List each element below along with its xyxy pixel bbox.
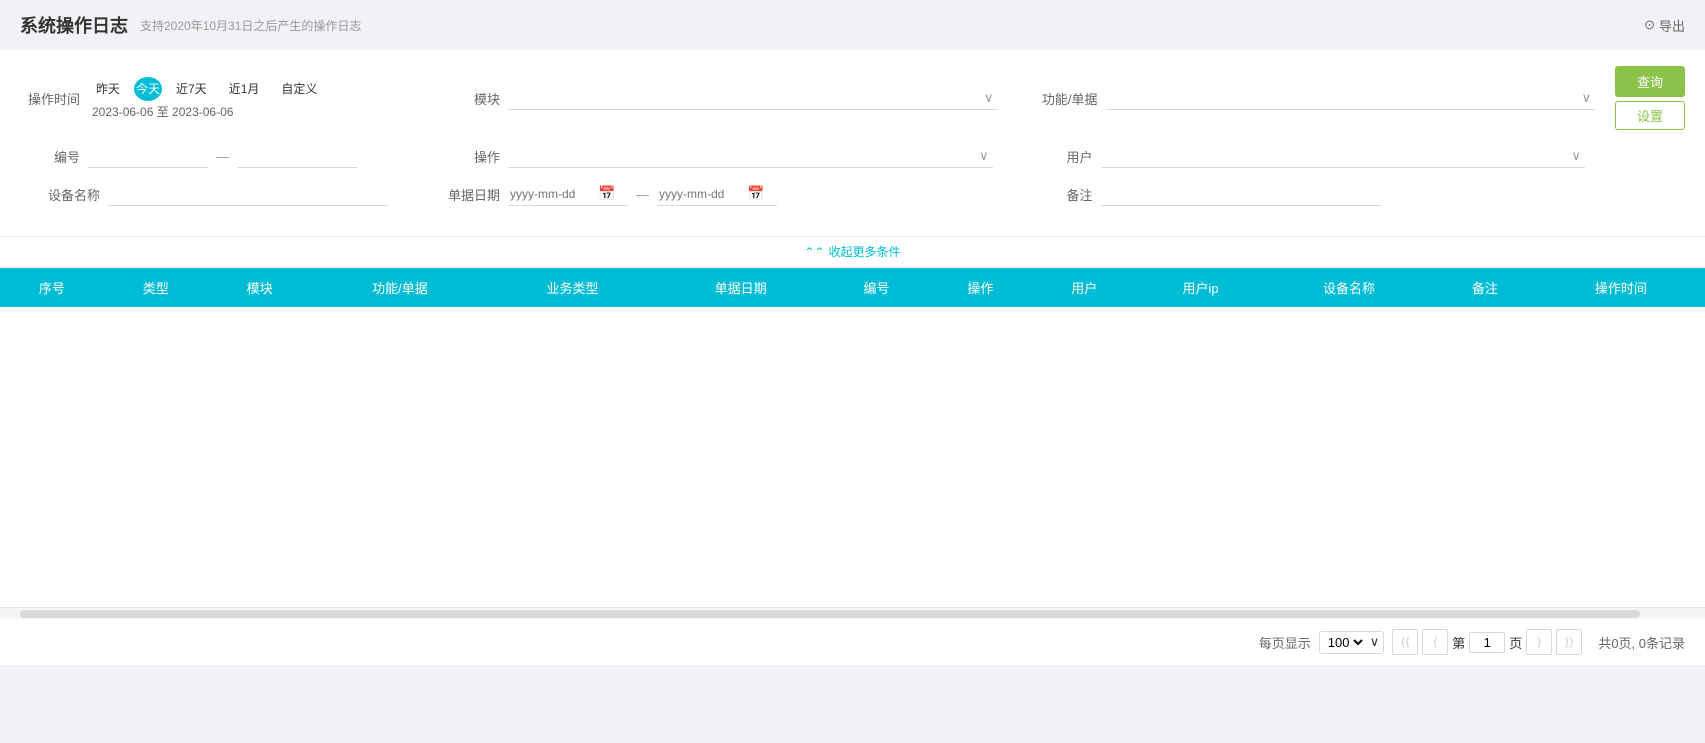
first-page-btn[interactable]: ⟨⟨ [1392, 629, 1418, 655]
filter-row-2: 编号 — 操作 ∨ 用户 ∨ [20, 144, 1685, 168]
func-select-wrapper: ∨ [1106, 86, 1596, 110]
filter-bill-date: 单据日期 📅 — 📅 [440, 183, 993, 206]
col-op-time: 操作时间 [1537, 268, 1705, 307]
bill-date-from-wrapper: 📅 [508, 183, 628, 206]
col-remark: 备注 [1433, 268, 1537, 307]
filter-row-1: 操作时间 昨天 今天 近7天 近1月 自定义 2023-06-06 至 2023… [20, 66, 1685, 130]
user-select[interactable] [1101, 144, 1586, 167]
device-label: 设备名称 [20, 185, 100, 204]
op-select[interactable] [508, 144, 993, 167]
device-input[interactable] [108, 182, 388, 206]
col-module: 模块 [208, 268, 312, 307]
table-container: 序号 类型 模块 功能/单据 业务类型 单据日期 编号 操作 用户 用户ip 设… [0, 268, 1705, 307]
bill-date-sep: — [632, 187, 653, 202]
data-table: 序号 类型 模块 功能/单据 业务类型 单据日期 编号 操作 用户 用户ip 设… [0, 268, 1705, 307]
filter-time: 操作时间 昨天 今天 近7天 近1月 自定义 2023-06-06 至 2023… [20, 77, 400, 120]
remark-input[interactable] [1101, 182, 1381, 206]
col-op: 操作 [928, 268, 1032, 307]
page-title: 系统操作日志 [20, 12, 128, 38]
time-label: 操作时间 [20, 89, 80, 108]
bill-date-label: 单据日期 [440, 185, 500, 204]
op-select-wrapper: ∨ [508, 144, 993, 168]
filter-row-3: 设备名称 单据日期 📅 — 📅 备注 [20, 182, 1685, 206]
per-page-chevron-icon: ∨ [1370, 634, 1380, 650]
table-header: 序号 类型 模块 功能/单据 业务类型 单据日期 编号 操作 用户 用户ip 设… [0, 268, 1705, 307]
bill-date-to-input[interactable] [657, 183, 747, 205]
per-page-select[interactable]: 50 100 200 [1324, 634, 1366, 651]
col-seq: 序号 [0, 268, 104, 307]
col-func: 功能/单据 [311, 268, 488, 307]
module-label: 模块 [440, 89, 500, 108]
filter-op: 操作 ∨ [440, 144, 993, 168]
today-btn[interactable]: 今天 [134, 77, 162, 101]
code-from-input[interactable] [88, 144, 208, 168]
query-button[interactable]: 查询 [1615, 66, 1685, 97]
page-input[interactable] [1469, 632, 1505, 653]
col-code: 编号 [825, 268, 929, 307]
bill-date-range: 📅 — 📅 [508, 183, 993, 206]
pagination-bar: 每页显示 50 100 200 ∨ ⟨⟨ ⟨ 第 页 ⟩ ⟩⟩ 共0页, 0条记… [0, 619, 1705, 665]
page-subtitle: 支持2020年10月31日之后产生的操作日志 [140, 17, 361, 34]
last-page-btn[interactable]: ⟩⟩ [1556, 629, 1582, 655]
user-select-wrapper: ∨ [1101, 144, 1586, 168]
page-header: 系统操作日志 支持2020年10月31日之后产生的操作日志 ⊙ 导出 [0, 0, 1705, 50]
export-icon: ⊙ [1644, 17, 1655, 33]
collapse-bar[interactable]: ⌃⌃ 收起更多条件 [0, 236, 1705, 266]
filter-user: 用户 ∨ [1033, 144, 1586, 168]
code-range: — [88, 144, 400, 168]
op-label: 操作 [440, 147, 500, 166]
module-select-wrapper: ∨ [508, 86, 998, 110]
action-buttons: 查询 设置 [1615, 66, 1685, 130]
custom-btn[interactable]: 自定义 [273, 78, 325, 99]
per-page-label: 每页显示 [1259, 633, 1311, 652]
bill-date-to-wrapper: 📅 [657, 183, 777, 206]
col-type: 类型 [104, 268, 208, 307]
prev-page-btn[interactable]: ⟨ [1422, 629, 1448, 655]
filter-remark: 备注 [1033, 182, 1586, 206]
scrollbar-area[interactable] [0, 607, 1705, 619]
col-bill-date: 单据日期 [657, 268, 825, 307]
filter-device: 设备名称 [20, 182, 400, 206]
filter-module: 模块 ∨ [440, 86, 998, 110]
page-label: 第 [1452, 633, 1465, 652]
col-biz-type: 业务类型 [488, 268, 656, 307]
next-page-btn[interactable]: ⟩ [1526, 629, 1552, 655]
col-user: 用户 [1032, 268, 1136, 307]
page-nav: ⟨⟨ ⟨ 第 页 ⟩ ⟩⟩ [1392, 629, 1582, 655]
last1m-btn[interactable]: 近1月 [221, 78, 268, 99]
col-user-ip: 用户ip [1136, 268, 1265, 307]
collapse-icon: ⌃⌃ [804, 245, 824, 259]
code-to-input[interactable] [237, 144, 357, 168]
per-page-select-wrapper: 50 100 200 ∨ [1319, 631, 1385, 654]
total-info: 共0页, 0条记录 [1598, 633, 1685, 652]
bill-date-from-input[interactable] [508, 183, 598, 205]
col-device: 设备名称 [1265, 268, 1433, 307]
filter-panel: 操作时间 昨天 今天 近7天 近1月 自定义 2023-06-06 至 2023… [0, 50, 1705, 236]
scrollbar-thumb [20, 610, 1640, 618]
table-header-row: 序号 类型 模块 功能/单据 业务类型 单据日期 编号 操作 用户 用户ip 设… [0, 268, 1705, 307]
last7-btn[interactable]: 近7天 [168, 78, 215, 99]
module-select[interactable] [508, 86, 998, 109]
yesterday-btn[interactable]: 昨天 [88, 78, 128, 99]
user-label: 用户 [1033, 147, 1093, 166]
code-range-sep: — [212, 149, 233, 164]
code-label: 编号 [20, 147, 80, 166]
func-label: 功能/单据 [1038, 89, 1098, 108]
export-button[interactable]: ⊙ 导出 [1644, 16, 1685, 35]
filter-func: 功能/单据 ∨ [1038, 86, 1596, 110]
settings-button[interactable]: 设置 [1615, 101, 1685, 130]
empty-area [0, 307, 1705, 607]
func-select[interactable] [1106, 86, 1596, 109]
calendar-from-icon[interactable]: 📅 [598, 185, 615, 202]
time-options: 昨天 今天 近7天 近1月 自定义 [88, 77, 325, 101]
date-range-text: 2023-06-06 至 2023-06-06 [92, 103, 325, 120]
title-area: 系统操作日志 支持2020年10月31日之后产生的操作日志 [20, 12, 361, 38]
calendar-to-icon[interactable]: 📅 [747, 185, 764, 202]
page-suffix: 页 [1509, 633, 1522, 652]
collapse-label: 收起更多条件 [829, 243, 901, 260]
remark-label: 备注 [1033, 185, 1093, 204]
filter-code: 编号 — [20, 144, 400, 168]
